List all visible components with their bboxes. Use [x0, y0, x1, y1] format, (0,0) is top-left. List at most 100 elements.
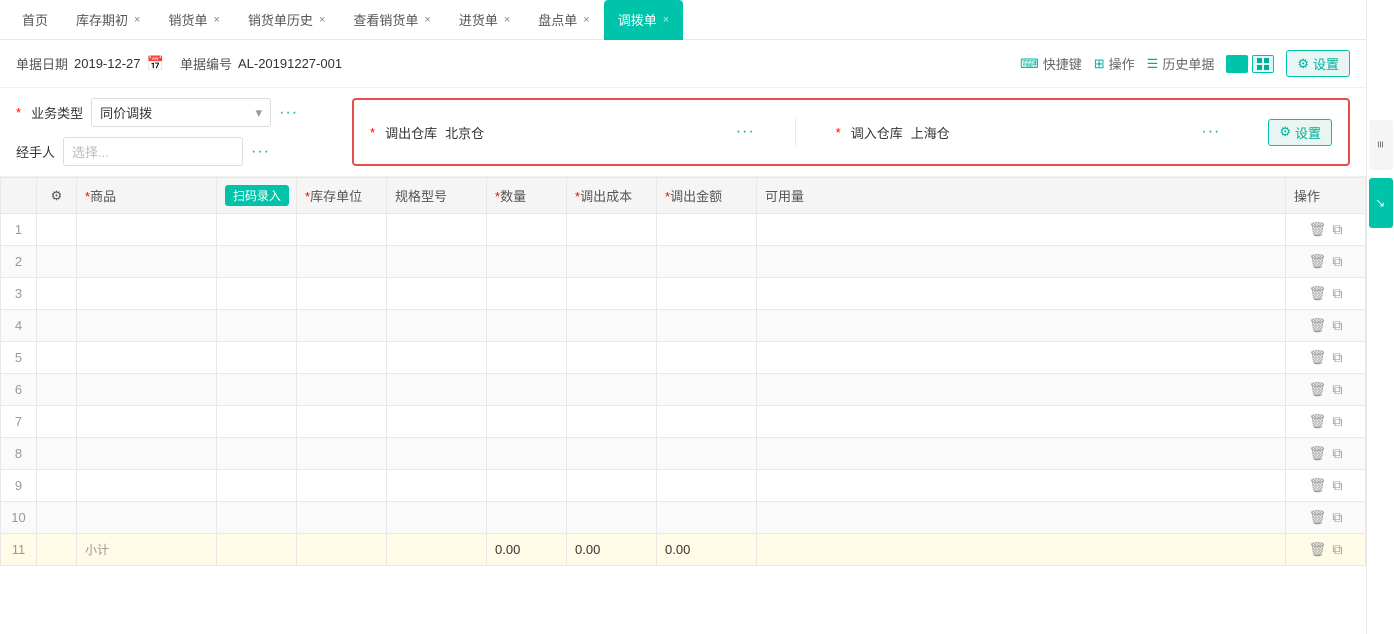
row-product[interactable] [77, 502, 217, 534]
row-amount[interactable] [657, 374, 757, 406]
row-cost[interactable] [567, 438, 657, 470]
row-qty[interactable] [487, 246, 567, 278]
row-qty[interactable] [487, 374, 567, 406]
row-amount[interactable] [657, 438, 757, 470]
col-scan-header[interactable]: 扫码录入 [217, 178, 297, 214]
row-cost[interactable] [567, 310, 657, 342]
row-product[interactable] [77, 406, 217, 438]
sidebar-expand-button[interactable]: ↗ [1369, 178, 1393, 228]
keyboard-icon: ⌨ [1020, 56, 1039, 72]
copy-icon[interactable]: ⧉ [1332, 445, 1342, 462]
row-cost[interactable] [567, 214, 657, 246]
sidebar-doc-button[interactable]: ≡ [1369, 120, 1393, 170]
close-icon[interactable]: × [134, 14, 140, 26]
copy-icon[interactable]: ⧉ [1332, 285, 1342, 302]
grid-view-icon[interactable] [1252, 55, 1274, 73]
tab-transfer-order[interactable]: 调拨单 × [604, 0, 683, 40]
history-button[interactable]: ☰ 历史单据 [1147, 54, 1215, 73]
close-icon[interactable]: × [213, 14, 219, 26]
person-select[interactable]: 选择... [63, 137, 243, 166]
delete-icon[interactable]: 🗑 [1309, 349, 1327, 366]
row-qty[interactable] [487, 310, 567, 342]
tab-purchase-order[interactable]: 进货单 × [445, 0, 524, 40]
row-amount[interactable] [657, 310, 757, 342]
delete-icon[interactable]: 🗑 [1309, 221, 1327, 238]
row-qty[interactable] [487, 406, 567, 438]
delete-icon[interactable]: 🗑 [1309, 253, 1327, 270]
row-amount[interactable] [657, 342, 757, 374]
row-amount[interactable] [657, 246, 757, 278]
row-product[interactable] [77, 278, 217, 310]
row-qty[interactable] [487, 278, 567, 310]
scan-button[interactable]: 扫码录入 [225, 185, 289, 206]
row-cost[interactable] [567, 470, 657, 502]
row-amount[interactable] [657, 470, 757, 502]
row-qty[interactable] [487, 470, 567, 502]
delete-icon[interactable]: 🗑 [1309, 477, 1327, 494]
col-settings-header[interactable]: ⚙ [37, 178, 77, 214]
close-icon[interactable]: × [504, 14, 510, 26]
row-product[interactable] [77, 470, 217, 502]
row-product[interactable] [77, 310, 217, 342]
delete-icon[interactable]: 🗑 [1309, 381, 1327, 398]
delete-icon[interactable]: 🗑 [1309, 445, 1327, 462]
row-amount[interactable] [657, 214, 757, 246]
tab-sales-history[interactable]: 销货单历史 × [234, 0, 339, 40]
row-avail [757, 438, 1286, 470]
row-product[interactable] [77, 214, 217, 246]
copy-icon[interactable]: ⧉ [1332, 349, 1342, 366]
row-product[interactable] [77, 374, 217, 406]
delete-icon[interactable]: 🗑 [1309, 541, 1327, 558]
row-qty[interactable] [487, 214, 567, 246]
row-qty[interactable] [487, 438, 567, 470]
more-button[interactable]: ··· [279, 104, 298, 122]
copy-icon[interactable]: ⧉ [1332, 253, 1342, 270]
row-qty[interactable] [487, 342, 567, 374]
copy-icon[interactable]: ⧉ [1332, 541, 1342, 558]
copy-icon[interactable]: ⧉ [1332, 413, 1342, 430]
delete-icon[interactable]: 🗑 [1309, 285, 1327, 302]
copy-icon[interactable]: ⧉ [1332, 317, 1342, 334]
delete-icon[interactable]: 🗑 [1309, 413, 1327, 430]
tab-home[interactable]: 首页 [8, 0, 62, 40]
tab-inventory-init[interactable]: 库存期初 × [62, 0, 154, 40]
date-field: 单据日期 2019-12-27 📅 [16, 54, 164, 73]
row-amount[interactable] [657, 406, 757, 438]
delete-icon[interactable]: 🗑 [1309, 509, 1327, 526]
calendar-icon[interactable]: 📅 [147, 55, 164, 72]
row-amount[interactable] [657, 278, 757, 310]
out-warehouse-more[interactable]: ··· [736, 123, 755, 141]
operations-button[interactable]: ⊞ 操作 [1094, 54, 1135, 73]
close-icon[interactable]: × [424, 14, 430, 26]
tab-sales-order[interactable]: 销货单 × [154, 0, 233, 40]
row-cost[interactable] [567, 502, 657, 534]
setting-button[interactable]: ⚙ 设置 [1286, 50, 1350, 77]
shortcuts-button[interactable]: ⌨ 快捷键 [1020, 54, 1082, 73]
business-type-select[interactable]: 同价调拨 ▾ [91, 98, 271, 127]
copy-icon[interactable]: ⧉ [1332, 509, 1342, 526]
copy-icon[interactable]: ⧉ [1332, 381, 1342, 398]
person-more-button[interactable]: ··· [251, 143, 270, 161]
tab-inventory-check[interactable]: 盘点单 × [524, 0, 603, 40]
list-view-icon[interactable] [1226, 55, 1248, 73]
row-cost[interactable] [567, 278, 657, 310]
row-product[interactable] [77, 438, 217, 470]
row-product[interactable] [77, 246, 217, 278]
close-icon[interactable]: × [319, 14, 325, 26]
row-qty[interactable] [487, 502, 567, 534]
row-cost[interactable] [567, 374, 657, 406]
delete-icon[interactable]: 🗑 [1309, 317, 1327, 334]
row-product[interactable] [77, 342, 217, 374]
form-header-right: ⌨ 快捷键 ⊞ 操作 ☰ 历史单据 ⚙ 设置 [1020, 50, 1350, 77]
warehouse-setting-button[interactable]: ⚙ 设置 [1268, 119, 1332, 146]
row-cost[interactable] [567, 246, 657, 278]
row-cost[interactable] [567, 342, 657, 374]
row-cost[interactable] [567, 406, 657, 438]
in-warehouse-more[interactable]: ··· [1201, 123, 1220, 141]
copy-icon[interactable]: ⧉ [1332, 221, 1342, 238]
close-icon[interactable]: × [663, 14, 669, 26]
tab-view-sales[interactable]: 查看销货单 × [339, 0, 444, 40]
close-icon[interactable]: × [583, 14, 589, 26]
row-amount[interactable] [657, 502, 757, 534]
copy-icon[interactable]: ⧉ [1332, 477, 1342, 494]
